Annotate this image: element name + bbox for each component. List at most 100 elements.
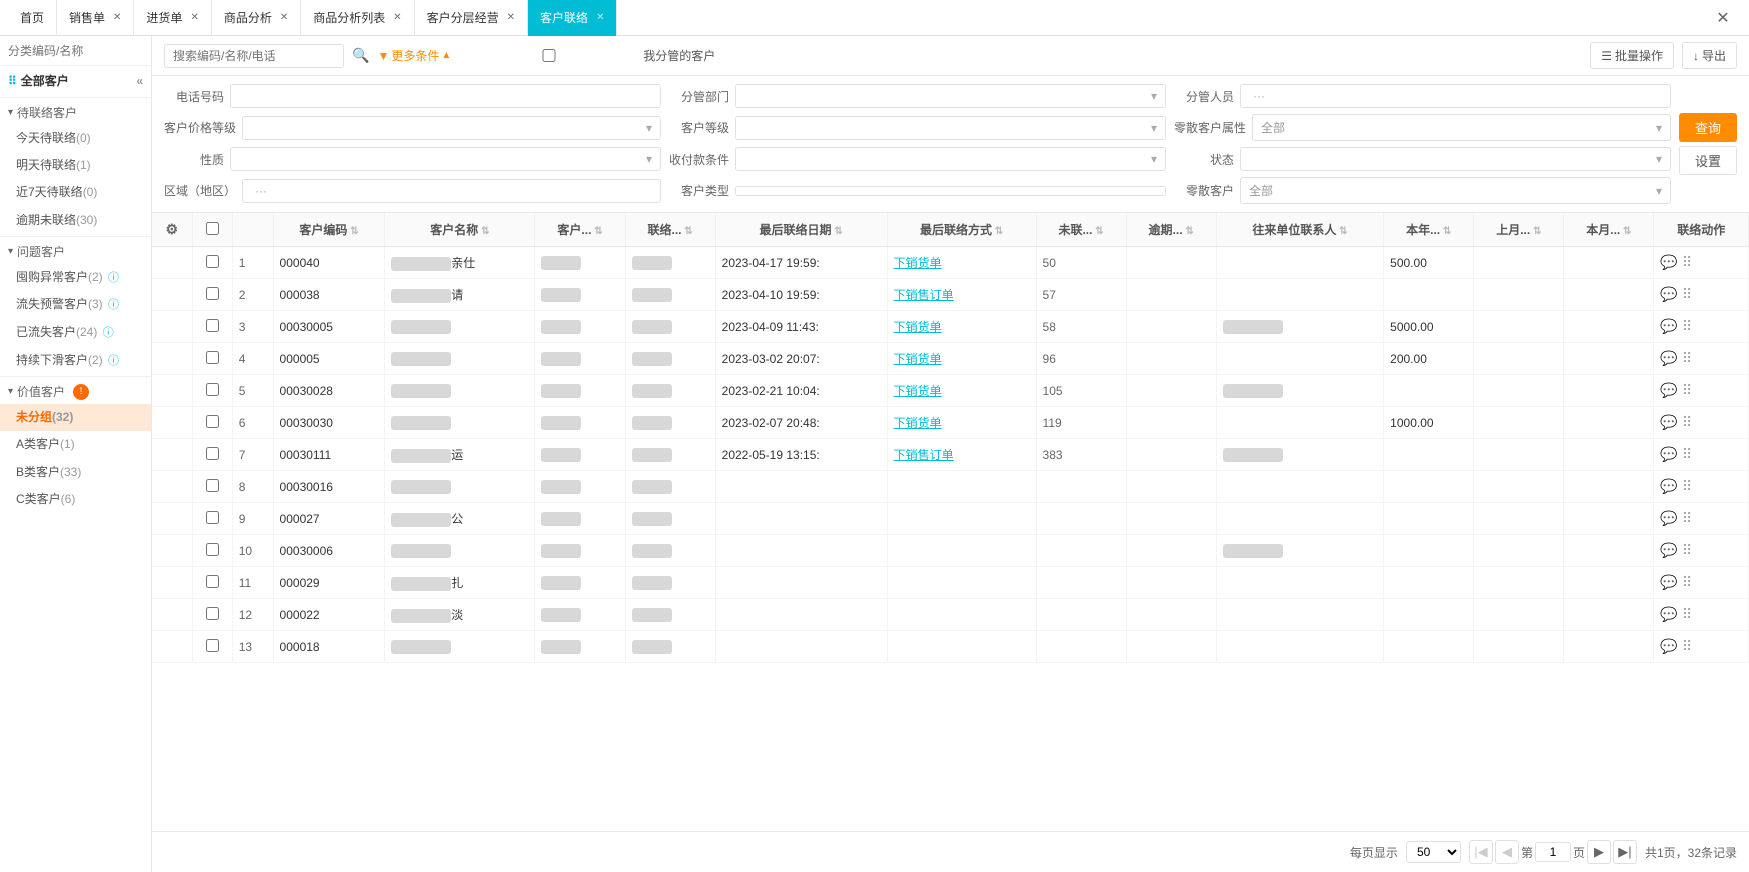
- type-col-header[interactable]: 客户...: [535, 213, 625, 247]
- contact-method-link[interactable]: 下销货单: [894, 352, 942, 366]
- sidebar-item-unclassified[interactable]: 未分组(32): [0, 404, 151, 431]
- sidebar-search-input[interactable]: [8, 44, 152, 58]
- chat-icon[interactable]: 💬: [1660, 318, 1677, 335]
- company-contact-col-header[interactable]: 往来单位联系人: [1216, 213, 1383, 247]
- sidebar-item-class-c[interactable]: C类客户(6): [0, 486, 151, 513]
- row-checkbox-cell[interactable]: [192, 631, 232, 663]
- row-checkbox-cell[interactable]: [192, 407, 232, 439]
- settings-icon[interactable]: ⚙: [165, 221, 178, 237]
- row-last-contact-method[interactable]: 下销货单: [887, 311, 1036, 343]
- row-last-contact-method[interactable]: 下销货单: [887, 343, 1036, 375]
- sidebar-group-value[interactable]: ▾ 价值客户 !: [0, 379, 151, 404]
- code-col-header[interactable]: 客户编码: [273, 213, 385, 247]
- contact-method-link[interactable]: 下销售订单: [894, 448, 954, 462]
- row-checkbox-cell[interactable]: [192, 375, 232, 407]
- row-last-contact-method[interactable]: 下销货单: [887, 247, 1036, 279]
- grid-action-icon[interactable]: ⠿: [1682, 254, 1692, 271]
- nature-select[interactable]: ▾: [230, 147, 661, 171]
- grid-action-icon[interactable]: ⠿: [1682, 350, 1692, 367]
- row-last-contact-method[interactable]: 下销售订单: [887, 439, 1036, 471]
- chat-icon[interactable]: 💬: [1660, 350, 1677, 367]
- sidebar-item-tomorrow-pending[interactable]: 明天待联络(1): [0, 152, 151, 179]
- row-checkbox[interactable]: [206, 511, 219, 524]
- close-product-analysis-list-icon[interactable]: ✕: [393, 0, 401, 36]
- tab-sales[interactable]: 销售单 ✕: [57, 0, 134, 36]
- my-customers-checkbox-label[interactable]: 我分管的客户: [459, 47, 715, 64]
- row-last-contact-method[interactable]: 下销货单: [887, 375, 1036, 407]
- first-page-button[interactable]: |◀: [1469, 840, 1493, 864]
- row-checkbox-cell[interactable]: [192, 567, 232, 599]
- per-page-select[interactable]: 50 20 100: [1406, 841, 1461, 863]
- last-contact-method-col-header[interactable]: 最后联络方式: [887, 213, 1036, 247]
- name-col-header[interactable]: 客户名称: [385, 213, 535, 247]
- close-contact-icon[interactable]: ✕: [596, 0, 604, 36]
- status-select[interactable]: ▾: [1240, 147, 1671, 171]
- prev-page-button[interactable]: ◀: [1495, 840, 1519, 864]
- region-select[interactable]: ···: [242, 179, 661, 203]
- grid-action-icon[interactable]: ⠿: [1682, 638, 1692, 655]
- search-input[interactable]: [164, 44, 344, 68]
- row-checkbox[interactable]: [206, 319, 219, 332]
- row-checkbox[interactable]: [206, 383, 219, 396]
- window-close-button[interactable]: ✕: [1705, 0, 1741, 36]
- tab-home[interactable]: 首页: [8, 0, 57, 36]
- all-customers-header[interactable]: ⠿ 全部客户 «: [0, 66, 151, 95]
- grid-action-icon[interactable]: ⠿: [1682, 510, 1692, 527]
- row-checkbox-cell[interactable]: [192, 439, 232, 471]
- sidebar-item-abnormal[interactable]: 囤购异常客户(2) ⓘ: [0, 264, 151, 292]
- grid-action-icon[interactable]: ⠿: [1682, 318, 1692, 335]
- last-month-col-header[interactable]: 上月...: [1474, 213, 1564, 247]
- customer-type-select[interactable]: [735, 186, 1166, 196]
- row-last-contact-method[interactable]: 下销货单: [887, 407, 1036, 439]
- contact-method-link[interactable]: 下销货单: [894, 320, 942, 334]
- row-checkbox[interactable]: [206, 447, 219, 460]
- sidebar-item-class-b[interactable]: B类客户(33): [0, 459, 151, 486]
- search-icon[interactable]: 🔍: [352, 47, 369, 64]
- row-checkbox-cell[interactable]: [192, 503, 232, 535]
- grid-action-icon[interactable]: ⠿: [1682, 446, 1692, 463]
- close-product-analysis-icon[interactable]: ✕: [280, 0, 288, 36]
- row-checkbox[interactable]: [206, 607, 219, 620]
- customer-level-select[interactable]: ▾: [735, 116, 1166, 140]
- contact-method-link[interactable]: 下销货单: [894, 256, 942, 270]
- contact-method-link[interactable]: 下销货单: [894, 416, 942, 430]
- person-select[interactable]: ···: [1240, 84, 1671, 108]
- my-customers-checkbox[interactable]: [459, 49, 639, 62]
- row-checkbox[interactable]: [206, 639, 219, 652]
- row-last-contact-method[interactable]: 下销售订单: [887, 279, 1036, 311]
- row-checkbox[interactable]: [206, 543, 219, 556]
- contact-method-link[interactable]: 下销货单: [894, 384, 942, 398]
- row-checkbox[interactable]: [206, 255, 219, 268]
- chat-icon[interactable]: 💬: [1660, 510, 1677, 527]
- sidebar-item-churned[interactable]: 已流失客户(24) ⓘ: [0, 319, 151, 347]
- tab-product-analysis-list[interactable]: 商品分析列表 ✕: [301, 0, 414, 36]
- checkbox-col-header[interactable]: [192, 213, 232, 247]
- zero-attr-select[interactable]: 全部 ▾: [1252, 114, 1671, 141]
- uncontacted-col-header[interactable]: 未联...: [1036, 213, 1126, 247]
- row-checkbox[interactable]: [206, 351, 219, 364]
- row-checkbox-cell[interactable]: [192, 599, 232, 631]
- row-checkbox[interactable]: [206, 479, 219, 492]
- row-checkbox-cell[interactable]: [192, 311, 232, 343]
- zero-customer-select[interactable]: 全部 ▾: [1240, 177, 1671, 204]
- contact-method-link[interactable]: 下销售订单: [894, 288, 954, 302]
- tab-customer-contact[interactable]: 客户联络 ✕: [528, 0, 617, 36]
- sidebar-item-churn-warning[interactable]: 流失预警客户(3) ⓘ: [0, 291, 151, 319]
- this-month-col-header[interactable]: 本月...: [1564, 213, 1654, 247]
- export-button[interactable]: ↓ 导出: [1682, 42, 1737, 69]
- select-all-checkbox[interactable]: [206, 222, 219, 235]
- row-checkbox[interactable]: [206, 575, 219, 588]
- sidebar-item-declining[interactable]: 持续下滑客户(2) ⓘ: [0, 347, 151, 375]
- reset-button[interactable]: 设置: [1679, 146, 1737, 175]
- sidebar-item-overdue-pending[interactable]: 逾期未联络(30): [0, 207, 151, 234]
- sidebar-item-class-a[interactable]: A类客户(1): [0, 431, 151, 458]
- sidebar-item-today-pending[interactable]: 今天待联络(0): [0, 125, 151, 152]
- next-page-button[interactable]: ▶: [1587, 840, 1611, 864]
- chat-icon[interactable]: 💬: [1660, 574, 1677, 591]
- grid-action-icon[interactable]: ⠿: [1682, 414, 1692, 431]
- chat-icon[interactable]: 💬: [1660, 542, 1677, 559]
- row-checkbox[interactable]: [206, 415, 219, 428]
- tab-product-analysis[interactable]: 商品分析 ✕: [212, 0, 301, 36]
- chat-icon[interactable]: 💬: [1660, 478, 1677, 495]
- row-checkbox-cell[interactable]: [192, 279, 232, 311]
